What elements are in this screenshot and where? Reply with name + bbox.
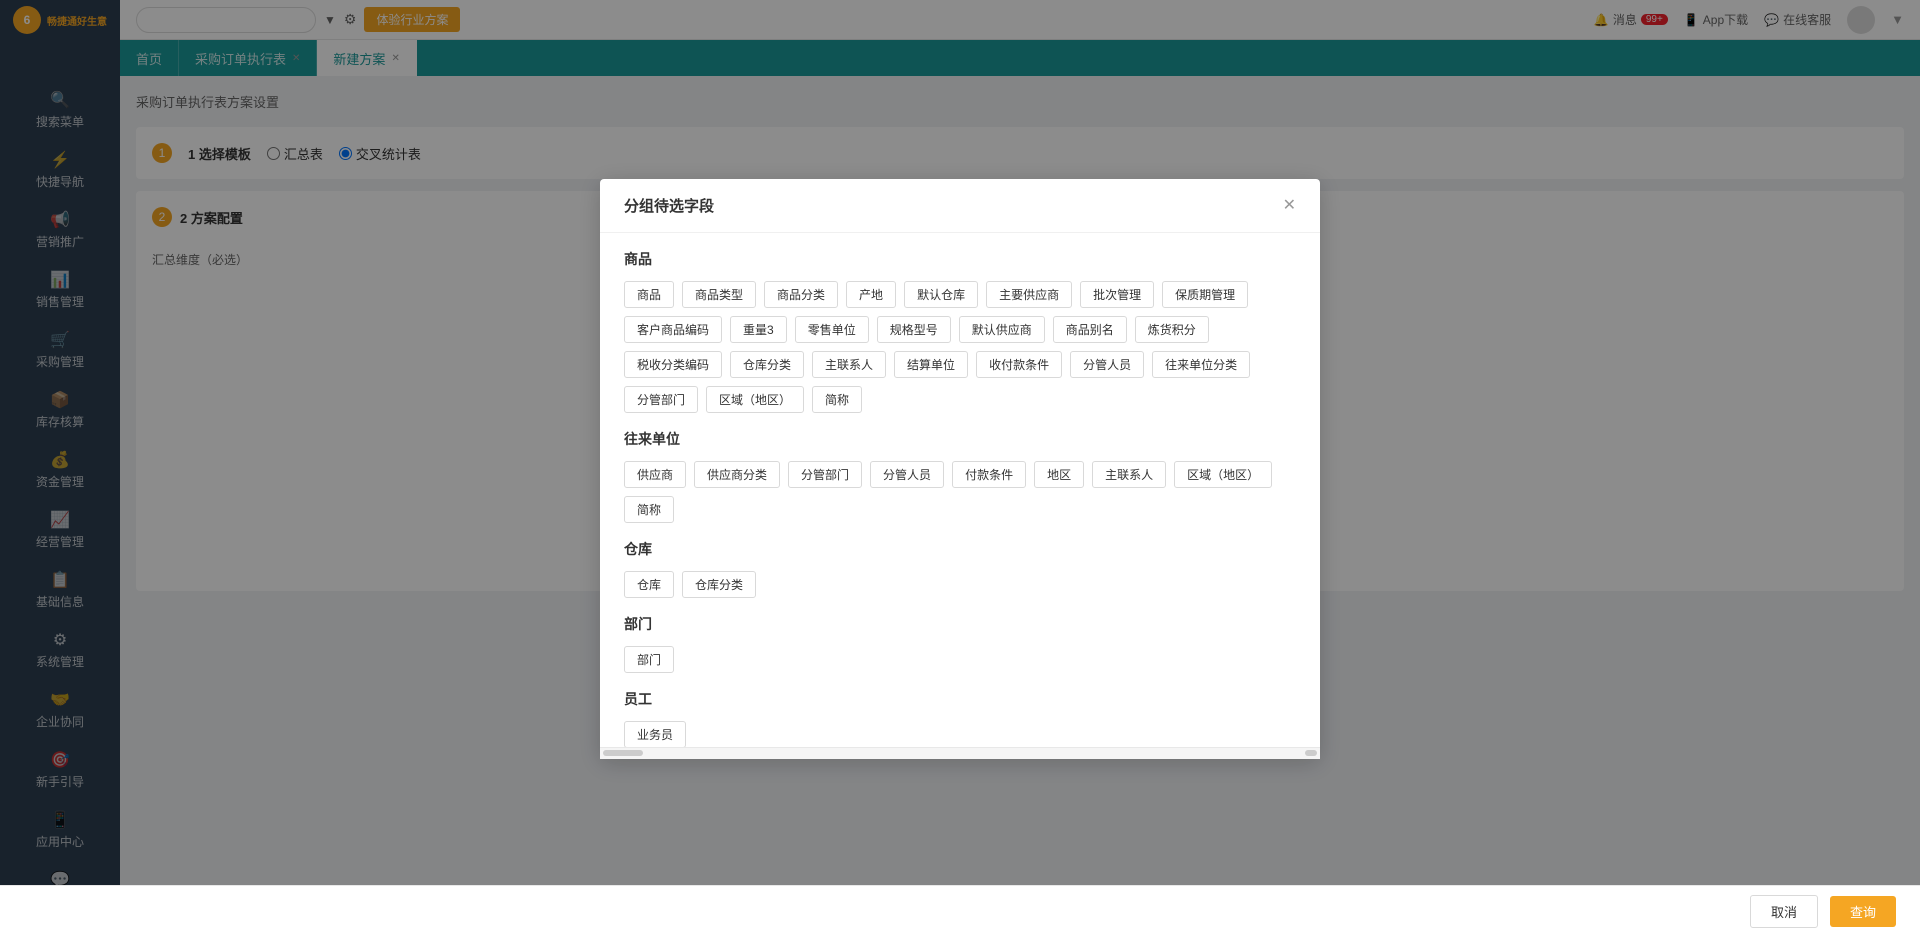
field-tag-1-0[interactable]: 供应商 [624, 461, 686, 488]
field-tag-0-9[interactable]: 重量3 [730, 316, 787, 343]
field-tag-0-21[interactable]: 往来单位分类 [1152, 351, 1250, 378]
field-tag-0-18[interactable]: 结算单位 [894, 351, 968, 378]
field-tag-0-12[interactable]: 默认供应商 [959, 316, 1045, 343]
field-tag-1-7[interactable]: 区域（地区） [1174, 461, 1272, 488]
field-tag-3-0[interactable]: 部门 [624, 646, 674, 673]
field-grid-3: 部门 [624, 646, 1296, 673]
field-tag-0-8[interactable]: 客户商品编码 [624, 316, 722, 343]
field-grid-0: 商品商品类型商品分类产地默认仓库主要供应商批次管理保质期管理客户商品编码重量3 零… [624, 281, 1296, 413]
section-title-3: 部门 [624, 614, 1296, 634]
bottom-bar: 取消 查询 [0, 885, 1920, 937]
field-tag-4-0[interactable]: 业务员 [624, 721, 686, 747]
field-tag-0-23[interactable]: 区域（地区） [706, 386, 804, 413]
field-grid-2: 仓库仓库分类 [624, 571, 1296, 598]
field-grid-1: 供应商供应商分类分管部门分管人员付款条件地区主联系人区域（地区） 简称 [624, 461, 1296, 523]
field-tag-0-16[interactable]: 仓库分类 [730, 351, 804, 378]
field-tag-0-10[interactable]: 零售单位 [795, 316, 869, 343]
field-tag-0-22[interactable]: 分管部门 [624, 386, 698, 413]
field-tag-1-3[interactable]: 分管人员 [870, 461, 944, 488]
field-tag-1-8[interactable]: 简称 [624, 496, 674, 523]
modal-body[interactable]: 商品商品商品类型商品分类产地默认仓库主要供应商批次管理保质期管理客户商品编码重量… [600, 233, 1320, 747]
field-tag-0-0[interactable]: 商品 [624, 281, 674, 308]
field-tag-1-4[interactable]: 付款条件 [952, 461, 1026, 488]
field-tag-0-6[interactable]: 批次管理 [1080, 281, 1154, 308]
field-tag-2-0[interactable]: 仓库 [624, 571, 674, 598]
modal: 分组待选字段 ✕ 商品商品商品类型商品分类产地默认仓库主要供应商批次管理保质期管… [600, 179, 1320, 759]
section-title-2: 仓库 [624, 539, 1296, 559]
field-tag-0-3[interactable]: 产地 [846, 281, 896, 308]
field-tag-0-19[interactable]: 收付款条件 [976, 351, 1062, 378]
field-tag-0-4[interactable]: 默认仓库 [904, 281, 978, 308]
field-tag-0-5[interactable]: 主要供应商 [986, 281, 1072, 308]
field-tag-0-7[interactable]: 保质期管理 [1162, 281, 1248, 308]
field-tag-1-6[interactable]: 主联系人 [1092, 461, 1166, 488]
field-tag-1-2[interactable]: 分管部门 [788, 461, 862, 488]
section-title-0: 商品 [624, 249, 1296, 269]
modal-title: 分组待选字段 [624, 195, 714, 216]
modal-close-btn[interactable]: ✕ [1283, 195, 1296, 215]
field-tag-0-2[interactable]: 商品分类 [764, 281, 838, 308]
section-title-4: 员工 [624, 689, 1296, 709]
cancel-button[interactable]: 取消 [1750, 895, 1818, 928]
section-title-1: 往来单位 [624, 429, 1296, 449]
modal-scrollbar [600, 747, 1320, 759]
field-tag-0-1[interactable]: 商品类型 [682, 281, 756, 308]
field-tag-0-15[interactable]: 税收分类编码 [624, 351, 722, 378]
field-grid-4: 业务员 [624, 721, 1296, 747]
field-tag-0-24[interactable]: 简称 [812, 386, 862, 413]
field-tag-0-14[interactable]: 炼货积分 [1135, 316, 1209, 343]
field-tag-2-1[interactable]: 仓库分类 [682, 571, 756, 598]
field-tag-0-11[interactable]: 规格型号 [877, 316, 951, 343]
field-tag-0-20[interactable]: 分管人员 [1070, 351, 1144, 378]
modal-header: 分组待选字段 ✕ [600, 179, 1320, 233]
confirm-button[interactable]: 查询 [1830, 896, 1896, 927]
field-tag-0-13[interactable]: 商品别名 [1053, 316, 1127, 343]
field-tag-1-1[interactable]: 供应商分类 [694, 461, 780, 488]
modal-overlay: 分组待选字段 ✕ 商品商品商品类型商品分类产地默认仓库主要供应商批次管理保质期管… [0, 0, 1920, 937]
field-tag-0-17[interactable]: 主联系人 [812, 351, 886, 378]
field-tag-1-5[interactable]: 地区 [1034, 461, 1084, 488]
